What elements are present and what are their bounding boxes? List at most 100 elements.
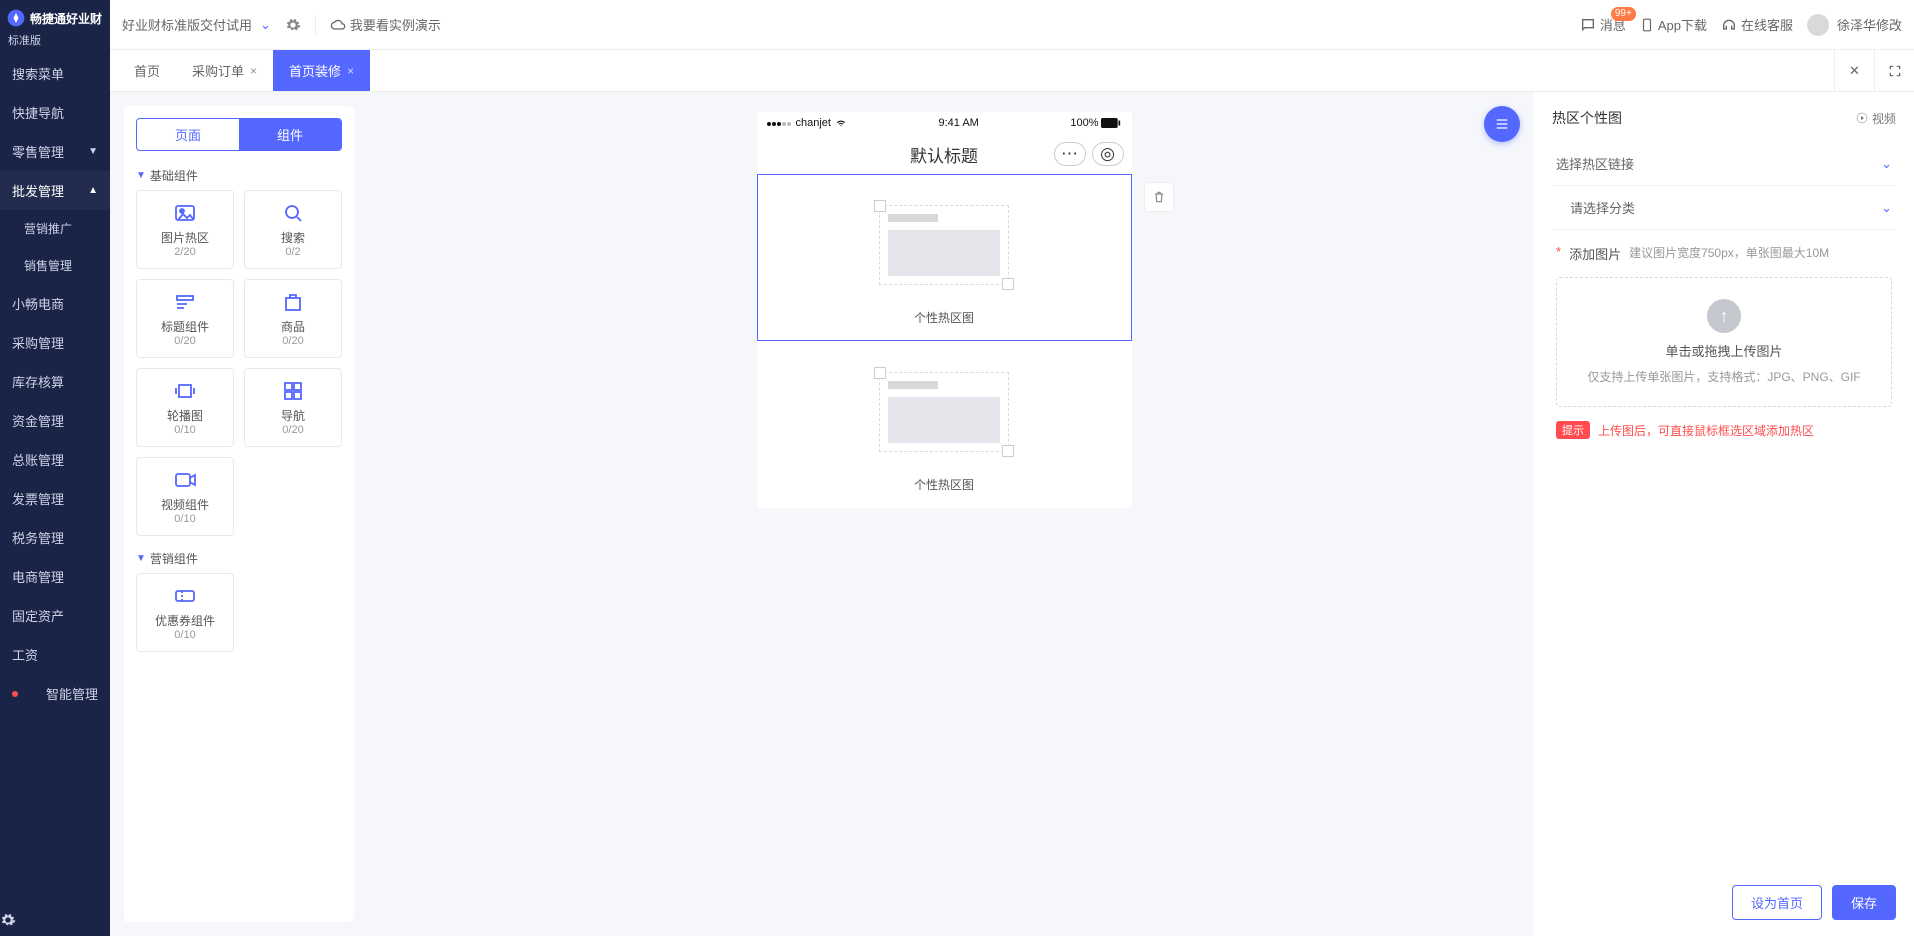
wifi-icon xyxy=(835,118,847,128)
group-basic[interactable]: ▼基础组件 xyxy=(136,161,342,190)
settings-icon[interactable] xyxy=(285,17,301,33)
left-sidebar: 畅捷通好业财 标准版 搜索菜单快捷导航零售管理▼批发管理▲营销推广销售管理小畅电… xyxy=(0,0,110,936)
sidebar-item-2[interactable]: 零售管理▼ xyxy=(0,132,110,171)
save-button[interactable]: 保存 xyxy=(1832,885,1896,920)
close-all-tabs[interactable]: ✕ xyxy=(1834,50,1874,91)
support-link[interactable]: 在线客服 xyxy=(1721,15,1793,34)
seg-page[interactable]: 页面 xyxy=(137,119,239,150)
phone-title-bar: 默认标题 ⋯ ◎ xyxy=(757,134,1132,174)
add-image-row: * 添加图片 建议图片宽度750px，单张图最大10M xyxy=(1552,230,1896,273)
component-nav[interactable]: 导航0/20 xyxy=(244,368,342,447)
canvas-menu-fab[interactable] xyxy=(1484,106,1520,142)
sidebar-settings[interactable] xyxy=(0,904,110,936)
phone-target-button[interactable]: ◎ xyxy=(1092,142,1124,166)
sidebar-item-0[interactable]: 搜索菜单 xyxy=(0,54,110,93)
delete-block-button[interactable] xyxy=(1144,182,1174,212)
image-placeholder-icon xyxy=(879,372,1009,452)
tab-1[interactable]: 采购订单× xyxy=(176,50,273,91)
inspector-title: 热区个性图 xyxy=(1552,108,1622,128)
demo-link[interactable]: 我要看实例演示 xyxy=(330,15,441,34)
messages-link[interactable]: 消息 99+ xyxy=(1580,15,1626,34)
top-bar: 好业财标准版交付试用 ⌄ 我要看实例演示 消息 99+ App下载 在线客服 xyxy=(110,0,1914,50)
component-image[interactable]: 图片热区2/20 xyxy=(136,190,234,269)
sidebar-item-6[interactable]: 小畅电商 xyxy=(0,284,110,323)
sidebar-item-13[interactable]: 电商管理 xyxy=(0,557,110,596)
sidebar-item-15[interactable]: 工资 xyxy=(0,635,110,674)
field-category[interactable]: 请选择分类 ⌄ xyxy=(1552,186,1896,230)
video-help-link[interactable]: 视频 xyxy=(1856,110,1896,127)
image-icon xyxy=(173,201,197,225)
chevron-down-icon: ⌄ xyxy=(260,17,271,33)
sidebar-item-3[interactable]: 批发管理▲ xyxy=(0,171,110,210)
cloud-icon xyxy=(330,17,346,33)
coupon-icon xyxy=(173,584,197,608)
hotzone-block-2[interactable]: 个性热区图 xyxy=(757,341,1132,508)
brand-edition: 标准版 xyxy=(0,32,110,54)
brand-name: 畅捷通好业财 xyxy=(30,10,102,27)
upload-icon: ↑ xyxy=(1707,299,1741,333)
component-goods[interactable]: 商品0/20 xyxy=(244,279,342,358)
phone-status-bar: chanjet 9:41 AM 100% xyxy=(757,112,1132,134)
tab-2[interactable]: 首页装修× xyxy=(273,50,370,91)
fullscreen-toggle[interactable] xyxy=(1874,50,1914,91)
sidebar-item-4[interactable]: 营销推广 xyxy=(0,210,110,247)
image-placeholder-icon xyxy=(879,205,1009,285)
brand-logo: 畅捷通好业财 xyxy=(0,0,110,32)
tab-0[interactable]: 首页 xyxy=(118,50,176,91)
user-menu[interactable]: 徐泽华修改 xyxy=(1807,14,1902,36)
image-uploader[interactable]: ↑ 单击或拖拽上传图片 仅支持上传单张图片，支持格式：JPG、PNG、GIF xyxy=(1556,277,1892,407)
group-marketing[interactable]: ▼营销组件 xyxy=(136,544,342,573)
component-video[interactable]: 视频组件0/10 xyxy=(136,457,234,536)
sidebar-item-9[interactable]: 资金管理 xyxy=(0,401,110,440)
sidebar-item-1[interactable]: 快捷导航 xyxy=(0,93,110,132)
app-download-link[interactable]: App下载 xyxy=(1640,15,1707,34)
phone-preview: chanjet 9:41 AM 100% 默认标题 ⋯ ◎ xyxy=(757,112,1132,508)
component-palette: 页面 组件 ▼基础组件 图片热区2/20搜索0/2标题组件0/20商品0/20轮… xyxy=(124,106,354,922)
tenant-name: 好业财标准版交付试用 xyxy=(122,15,252,34)
sidebar-item-16[interactable]: 智能管理 xyxy=(0,674,110,713)
video-icon xyxy=(173,468,197,492)
sidebar-item-8[interactable]: 库存核算 xyxy=(0,362,110,401)
component-carousel[interactable]: 轮播图0/10 xyxy=(136,368,234,447)
chevron-down-icon: ⌄ xyxy=(1881,156,1892,172)
field-hotzone-link[interactable]: 选择热区链接 ⌄ xyxy=(1552,142,1896,186)
seg-component[interactable]: 组件 xyxy=(239,119,341,150)
component-search[interactable]: 搜索0/2 xyxy=(244,190,342,269)
msg-badge: 99+ xyxy=(1611,7,1636,21)
play-icon xyxy=(1856,112,1868,124)
goods-icon xyxy=(281,290,305,314)
required-star: * xyxy=(1556,244,1561,259)
sidebar-item-10[interactable]: 总账管理 xyxy=(0,440,110,479)
sidebar-item-5[interactable]: 销售管理 xyxy=(0,247,110,284)
sidebar-item-14[interactable]: 固定资产 xyxy=(0,596,110,635)
message-icon xyxy=(1580,17,1596,33)
close-icon[interactable]: × xyxy=(347,64,354,78)
trash-icon xyxy=(1152,190,1166,204)
canvas: chanjet 9:41 AM 100% 默认标题 ⋯ ◎ xyxy=(354,92,1534,936)
avatar-icon xyxy=(1807,14,1829,36)
menu-icon xyxy=(1494,116,1510,132)
phone-more-button[interactable]: ⋯ xyxy=(1054,142,1086,166)
hotzone-block-1[interactable]: 个性热区图 xyxy=(757,174,1132,341)
tenant-selector[interactable]: 好业财标准版交付试用 ⌄ xyxy=(122,15,271,34)
chevron-down-icon: ⌄ xyxy=(1881,200,1892,216)
gear-icon xyxy=(0,912,16,928)
editor-body: 页面 组件 ▼基础组件 图片热区2/20搜索0/2标题组件0/20商品0/20轮… xyxy=(110,92,1914,936)
component-title[interactable]: 标题组件0/20 xyxy=(136,279,234,358)
sidebar-item-11[interactable]: 发票管理 xyxy=(0,479,110,518)
headset-icon xyxy=(1721,17,1737,33)
component-coupon[interactable]: 优惠券组件0/10 xyxy=(136,573,234,652)
sidebar-menu: 搜索菜单快捷导航零售管理▼批发管理▲营销推广销售管理小畅电商采购管理库存核算资金… xyxy=(0,54,110,904)
mobile-icon xyxy=(1640,17,1654,33)
close-icon[interactable]: × xyxy=(250,64,257,78)
sidebar-item-7[interactable]: 采购管理 xyxy=(0,323,110,362)
carousel-icon xyxy=(173,379,197,403)
set-home-button[interactable]: 设为首页 xyxy=(1732,885,1822,920)
sidebar-item-12[interactable]: 税务管理 xyxy=(0,518,110,557)
nav-icon xyxy=(281,379,305,403)
title-icon xyxy=(173,290,197,314)
expand-icon xyxy=(1888,64,1902,78)
tabs-row: 首页采购订单×首页装修× ✕ xyxy=(110,50,1914,92)
search-icon xyxy=(281,201,305,225)
logo-icon xyxy=(6,8,26,28)
